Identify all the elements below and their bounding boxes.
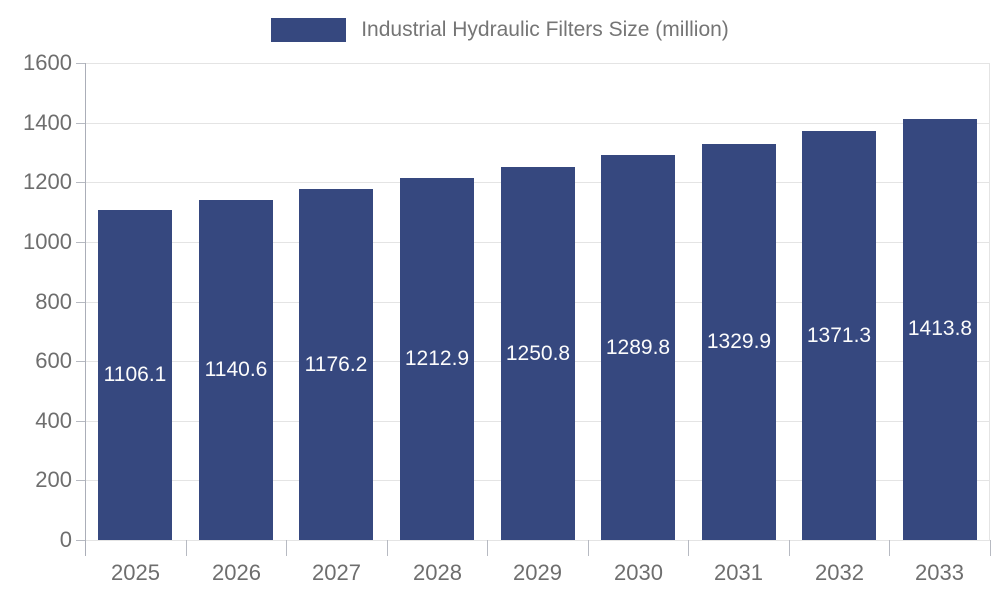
bar-value-label: 1413.8 bbox=[907, 317, 973, 340]
x-axis-tick-label: 2030 bbox=[614, 560, 663, 585]
x-axis-tick-label: 2025 bbox=[111, 560, 160, 585]
x-axis-tick bbox=[588, 540, 589, 556]
y-axis-tick bbox=[76, 361, 85, 362]
x-axis-tick-label: 2029 bbox=[513, 560, 562, 585]
y-axis-tick bbox=[76, 421, 85, 422]
x-axis-tick-label: 2027 bbox=[312, 560, 361, 585]
y-axis-tick-label: 800 bbox=[35, 289, 72, 314]
y-axis-tick-label: 1200 bbox=[23, 169, 72, 194]
x-axis-tick bbox=[889, 540, 890, 556]
bar-value-label: 1212.9 bbox=[404, 347, 470, 370]
bar-value-label: 1289.8 bbox=[605, 336, 671, 359]
y-axis-tick bbox=[76, 182, 85, 183]
y-axis-tick bbox=[76, 63, 85, 64]
legend-swatch bbox=[271, 18, 347, 42]
plot-right-border bbox=[989, 63, 990, 540]
bar-value-label: 1106.1 bbox=[103, 363, 167, 386]
y-gridline bbox=[85, 540, 990, 541]
legend-label: Industrial Hydraulic Filters Size (milli… bbox=[361, 18, 729, 41]
bar-value-label: 1250.8 bbox=[505, 342, 571, 365]
x-axis-tick bbox=[789, 540, 790, 556]
y-axis-tick bbox=[76, 302, 85, 303]
x-axis-tick-label: 2031 bbox=[714, 560, 763, 585]
y-axis-tick-label: 1600 bbox=[23, 50, 72, 75]
y-axis-tick-label: 0 bbox=[59, 527, 72, 552]
y-axis-tick-label: 1000 bbox=[23, 229, 72, 254]
y-axis-tick bbox=[76, 242, 85, 243]
bar-value-label: 1140.6 bbox=[204, 358, 268, 381]
legend-item[interactable]: Industrial Hydraulic Filters Size (milli… bbox=[0, 17, 1000, 43]
x-axis-tick-label: 2033 bbox=[915, 560, 964, 585]
x-axis-tick bbox=[286, 540, 287, 556]
x-axis-tick bbox=[688, 540, 689, 556]
x-axis-tick bbox=[387, 540, 388, 556]
x-axis-tick bbox=[990, 540, 991, 556]
y-axis-line bbox=[85, 63, 86, 556]
y-gridline bbox=[85, 63, 990, 64]
y-axis-tick bbox=[76, 540, 85, 541]
x-axis-tick bbox=[487, 540, 488, 556]
bar-value-label: 1329.9 bbox=[706, 330, 772, 353]
y-axis-tick-label: 600 bbox=[35, 348, 72, 373]
x-axis-tick-label: 2028 bbox=[413, 560, 462, 585]
y-axis-tick bbox=[76, 480, 85, 481]
y-axis-tick-label: 200 bbox=[35, 467, 72, 492]
bar-value-label: 1176.2 bbox=[304, 353, 368, 376]
x-axis-tick bbox=[186, 540, 187, 556]
x-axis-tick-label: 2032 bbox=[815, 560, 864, 585]
y-axis-tick bbox=[76, 123, 85, 124]
x-axis-tick-label: 2026 bbox=[212, 560, 261, 585]
bar-value-label: 1371.3 bbox=[806, 324, 872, 347]
y-axis-tick-label: 400 bbox=[35, 408, 72, 433]
y-gridline bbox=[85, 123, 990, 124]
bar-chart: Industrial Hydraulic Filters Size (milli… bbox=[0, 0, 1000, 600]
y-axis-tick-label: 1400 bbox=[23, 110, 72, 135]
